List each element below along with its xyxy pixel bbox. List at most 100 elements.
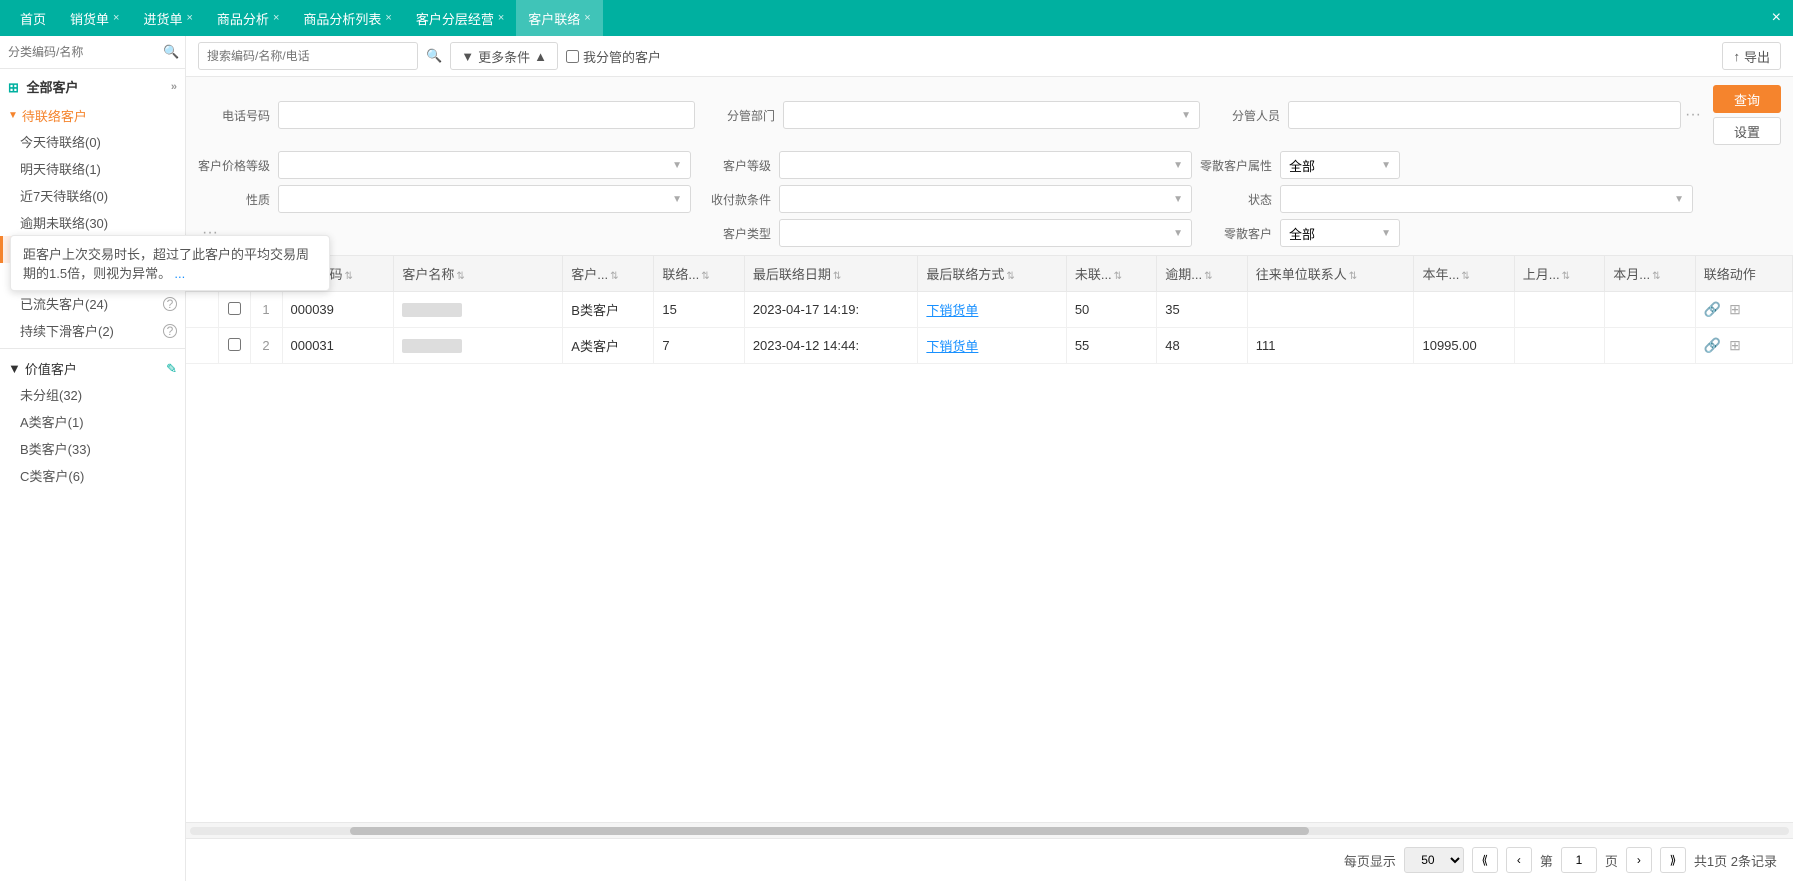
export-btn[interactable]: ↑ 导出 — [1722, 42, 1781, 70]
page-input[interactable] — [1561, 847, 1597, 873]
nav-tab-sales[interactable]: 销货单 × — [58, 0, 131, 36]
td-gear-1 — [186, 292, 218, 328]
th-this-month[interactable]: 本月...⇅ — [1605, 256, 1695, 292]
sidebar-item-class-c[interactable]: C类客户(6) — [0, 462, 185, 489]
td-check-1[interactable] — [218, 292, 250, 328]
all-customers-label: ⊞ 全部客户 — [8, 77, 79, 96]
info-icon-declining[interactable]: ? — [163, 324, 177, 338]
status-select[interactable]: ▼ — [1280, 185, 1693, 213]
nav-tab-customer-tier[interactable]: 客户分层经营 × — [404, 0, 516, 36]
nav-tab-customer-contact[interactable]: 客户联络 × — [516, 0, 602, 36]
sidebar-item-unclassified[interactable]: 未分组(32) — [0, 381, 185, 408]
pagination-bar: 每页显示 50 100 200 ⟪ ‹ 第 页 › ⟫ 共1页 2条记录 — [186, 838, 1793, 881]
sidebar-group-pending[interactable]: ▼ 待联络客户 — [0, 100, 185, 128]
gender-select[interactable]: ▼ — [278, 185, 691, 213]
nav-tab-analysis-list[interactable]: 商品分析列表 × — [291, 0, 403, 36]
th-contact-person[interactable]: 往来单位联系人⇅ — [1247, 256, 1414, 292]
th-last-contact-date[interactable]: 最后联络日期⇅ — [744, 256, 918, 292]
more-conditions-btn[interactable]: ▼ 更多条件 ▲ — [450, 42, 558, 70]
close-all-tabs[interactable]: × — [1772, 9, 1781, 27]
td-last-method-2[interactable]: 下销货单 — [918, 328, 1066, 364]
person-more-icon[interactable]: ··· — [1681, 106, 1705, 124]
sidebar-item-overdue[interactable]: 逾期未联络(30) — [0, 209, 185, 236]
prev-page-btn[interactable]: ‹ — [1506, 847, 1532, 873]
customer-type-select[interactable]: ▼ — [779, 219, 1192, 247]
price-level-select[interactable]: ▼ — [278, 151, 691, 179]
th-uncontact[interactable]: 未联...⇅ — [1066, 256, 1156, 292]
sidebar-item-declining[interactable]: 持续下滑客户(2) ? — [0, 317, 185, 344]
th-last-contact-method[interactable]: 最后联络方式⇅ — [918, 256, 1066, 292]
next-page-btn[interactable]: › — [1626, 847, 1652, 873]
edit-value-group-icon[interactable]: ✎ — [166, 361, 177, 377]
close-purchase-tab[interactable]: × — [186, 12, 192, 24]
sidebar-item-churned[interactable]: 已流失客户(24) ? — [0, 290, 185, 317]
sidebar-item-7days[interactable]: 近7天待联络(0) — [0, 182, 185, 209]
close-sales-tab[interactable]: × — [113, 12, 119, 24]
nav-tab-analysis[interactable]: 商品分析 × — [205, 0, 291, 36]
link-icon-1[interactable]: 🔗 — [1704, 301, 1721, 318]
scrollbar-track[interactable] — [190, 827, 1789, 835]
td-this-month-2 — [1605, 328, 1695, 364]
data-table-container: ⚙ # 客户编码⇅ 客户名称⇅ 客户...⇅ 联络...⇅ 最后联络日期⇅ 最后… — [186, 256, 1793, 822]
last-page-btn[interactable]: ⟫ — [1660, 847, 1686, 873]
row-checkbox-1[interactable] — [228, 302, 241, 315]
phone-input[interactable] — [278, 101, 695, 129]
sidebar-search-icon[interactable]: 🔍 — [163, 44, 179, 60]
filter-row-4: ··· 客户类型 ▼ 零散客户 全部 ▼ — [198, 219, 1781, 247]
zero-retail-select[interactable]: 全部 ▼ — [1280, 219, 1400, 247]
first-page-btn[interactable]: ⟪ — [1472, 847, 1498, 873]
th-name[interactable]: 客户名称⇅ — [394, 256, 563, 292]
my-customers-checkbox[interactable] — [566, 50, 579, 63]
th-overdue[interactable]: 逾期...⇅ — [1157, 256, 1247, 292]
query-btn[interactable]: 查询 — [1713, 85, 1781, 113]
info-icon-churned[interactable]: ? — [163, 297, 177, 311]
sidebar-item-class-a[interactable]: A类客户(1) — [0, 408, 185, 435]
search-input[interactable] — [198, 42, 418, 70]
td-last-month-1 — [1514, 292, 1604, 328]
dept-select[interactable]: ▼ — [783, 101, 1200, 129]
sidebar-item-tomorrow[interactable]: 明天待联络(1) — [0, 155, 185, 182]
search-icon[interactable]: 🔍 — [426, 48, 442, 64]
close-analysis-tab[interactable]: × — [273, 12, 279, 24]
arrow-down-value-icon: ▼ — [8, 361, 21, 376]
td-contact-person-2: 111 — [1247, 328, 1414, 364]
sidebar-item-class-b[interactable]: B类客户(33) — [0, 435, 185, 462]
zero-retail-attr-chevron-icon: ▼ — [1381, 160, 1391, 171]
td-name-2 — [394, 328, 563, 364]
nav-tab-home[interactable]: 首页 — [8, 0, 58, 36]
th-type[interactable]: 客户...⇅ — [563, 256, 654, 292]
sidebar: 🔍 ⊞ 全部客户 » ▼ 待联络客户 今天待联络(0) 明天待联络(1) 近7天… — [0, 36, 186, 881]
sidebar-bottom-space — [0, 489, 185, 881]
th-this-year[interactable]: 本年...⇅ — [1414, 256, 1514, 292]
zero-retail-attr-select[interactable]: 全部 ▼ — [1280, 151, 1400, 179]
person-input[interactable] — [1288, 101, 1681, 129]
gender-chevron-icon: ▼ — [672, 194, 682, 205]
sidebar-group-value[interactable]: ▼ 价值客户 ✎ — [0, 353, 185, 381]
horizontal-scroll-area[interactable] — [186, 822, 1793, 838]
sidebar-search-input[interactable] — [8, 45, 163, 59]
payment-select[interactable]: ▼ — [779, 185, 1192, 213]
close-customer-contact-tab[interactable]: × — [584, 12, 590, 24]
settings-btn[interactable]: 设置 — [1713, 117, 1781, 145]
scrollbar-thumb[interactable] — [350, 827, 1309, 835]
th-last-month[interactable]: 上月...⇅ — [1514, 256, 1604, 292]
customer-level-select[interactable]: ▼ — [779, 151, 1192, 179]
filter-status: 状态 ▼ — [1200, 185, 1693, 213]
my-customers-checkbox-label[interactable]: 我分管的客户 — [566, 47, 661, 66]
tooltip-more[interactable]: ... — [174, 266, 185, 281]
top-navigation: 首页 销货单 × 进货单 × 商品分析 × 商品分析列表 × 客户分层经营 × … — [0, 0, 1793, 36]
sidebar-collapse-btn[interactable]: » — [171, 81, 177, 93]
td-check-2[interactable] — [218, 328, 250, 364]
th-contact-count[interactable]: 联络...⇅ — [654, 256, 744, 292]
sidebar-item-today[interactable]: 今天待联络(0) — [0, 128, 185, 155]
link-icon-2[interactable]: 🔗 — [1704, 337, 1721, 354]
close-analysis-list-tab[interactable]: × — [385, 12, 391, 24]
nav-tab-purchase[interactable]: 进货单 × — [131, 0, 204, 36]
close-customer-tier-tab[interactable]: × — [498, 12, 504, 24]
td-last-method-1[interactable]: 下销货单 — [918, 292, 1066, 328]
grid-icon-2[interactable]: ⊞ — [1729, 337, 1741, 354]
row-checkbox-2[interactable] — [228, 338, 241, 351]
sidebar-divider — [0, 348, 185, 349]
page-size-select[interactable]: 50 100 200 — [1404, 847, 1464, 873]
grid-icon-1[interactable]: ⊞ — [1729, 301, 1741, 318]
